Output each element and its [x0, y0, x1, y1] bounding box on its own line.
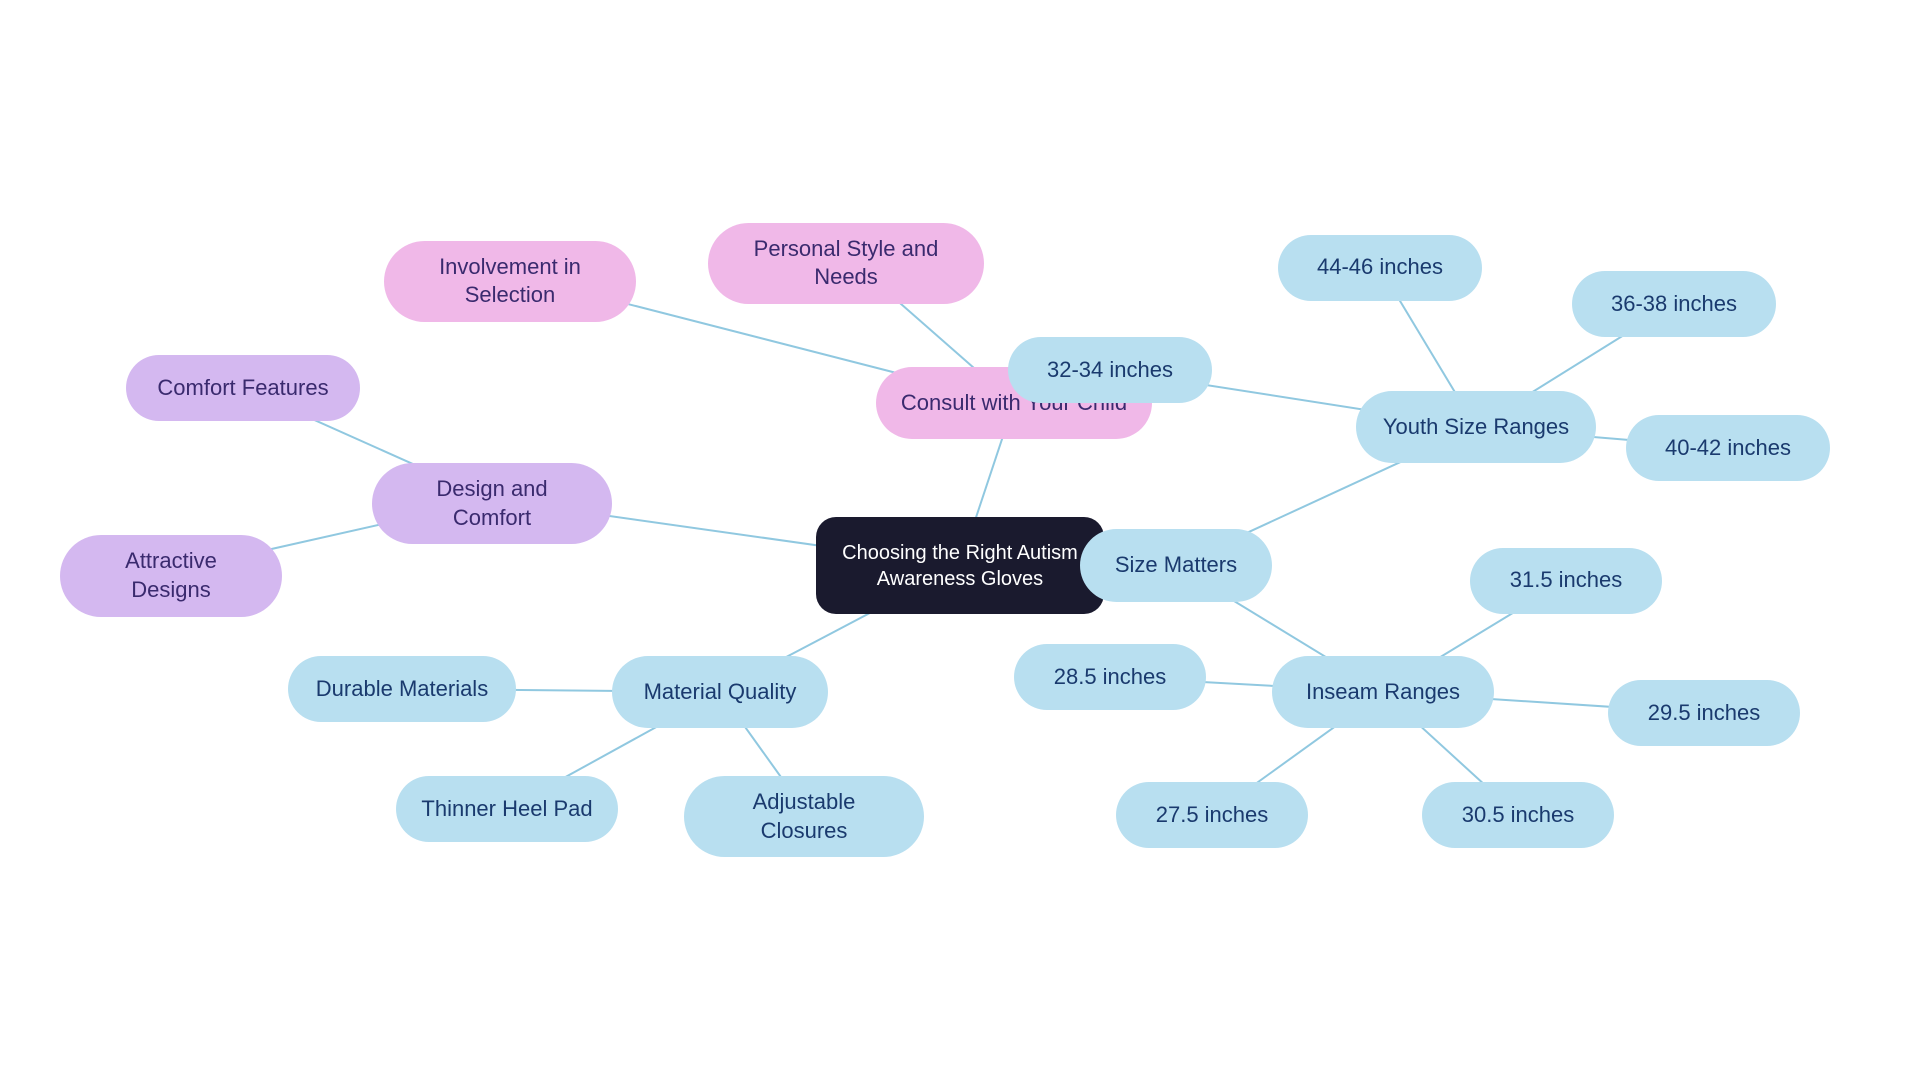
mindmap-container: Choosing the Right Autism Awareness Glov…: [0, 0, 1920, 1083]
node-involvement: Involvement in Selection: [384, 241, 636, 322]
node-i315: 31.5 inches: [1470, 548, 1662, 614]
node-r4042: 40-42 inches: [1626, 415, 1830, 481]
node-i295: 29.5 inches: [1608, 680, 1800, 746]
node-durable: Durable Materials: [288, 656, 516, 722]
node-r3638: 36-38 inches: [1572, 271, 1776, 337]
node-design: Design and Comfort: [372, 463, 612, 544]
node-inseam: Inseam Ranges: [1272, 656, 1494, 728]
node-i285: 28.5 inches: [1014, 644, 1206, 710]
center-node: Choosing the Right Autism Awareness Glov…: [816, 517, 1104, 613]
node-i275: 27.5 inches: [1116, 782, 1308, 848]
node-attractive: Attractive Designs: [60, 535, 282, 616]
node-r3234: 32-34 inches: [1008, 337, 1212, 403]
node-comfort: Comfort Features: [126, 355, 360, 421]
node-material: Material Quality: [612, 656, 828, 728]
node-i305: 30.5 inches: [1422, 782, 1614, 848]
node-heel: Thinner Heel Pad: [396, 776, 618, 842]
node-youth: Youth Size Ranges: [1356, 391, 1596, 463]
node-size: Size Matters: [1080, 529, 1272, 601]
node-personal: Personal Style and Needs: [708, 223, 984, 304]
node-adjustable: Adjustable Closures: [684, 776, 924, 857]
node-r4446: 44-46 inches: [1278, 235, 1482, 301]
